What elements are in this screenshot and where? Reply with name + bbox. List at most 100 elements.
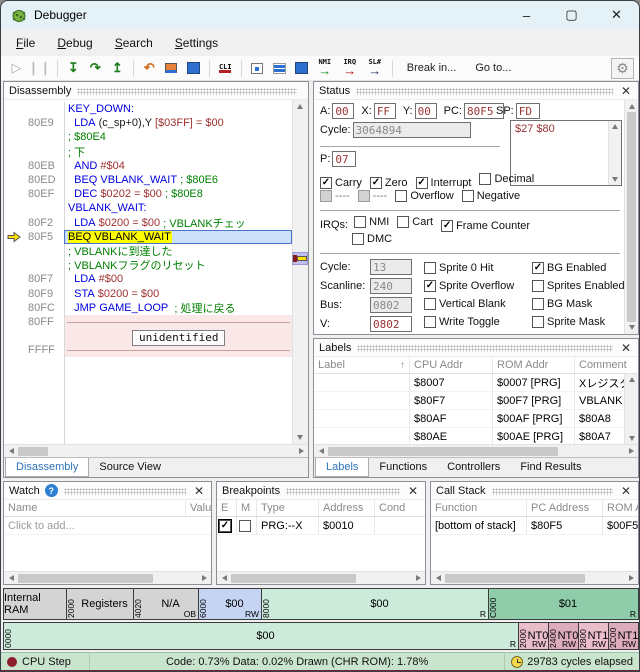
scroll-thumb[interactable]	[445, 573, 585, 583]
labels-column-cpu-addr[interactable]: CPU Addr	[410, 357, 493, 373]
run-one-ppu-cycle-button[interactable]	[247, 58, 268, 78]
flag-blank[interactable]: ----	[320, 190, 350, 202]
disasm-instruction[interactable]: VBLANK_WAIT:	[64, 201, 292, 216]
disasm-line[interactable]	[4, 385, 292, 400]
pause-button[interactable]: ❘❘	[28, 58, 52, 78]
call-stack-column-pc-address[interactable]: PC Address	[527, 500, 603, 516]
menu-item-file[interactable]: File	[5, 31, 46, 55]
scroll-thumb[interactable]	[328, 446, 558, 456]
labels-vertical-scrollbar[interactable]	[624, 374, 638, 444]
continue-button[interactable]: ▷	[6, 58, 27, 78]
flag-frame-counter[interactable]: Frame Counter	[441, 220, 530, 232]
breakpoints-column-type[interactable]: Type	[257, 500, 319, 516]
disasm-instruction[interactable]: BEQ VBLANK_WAIT ; $80E6	[64, 172, 292, 188]
checkbox-sprite-mask[interactable]	[532, 316, 544, 328]
field-value[interactable]: 0802	[370, 316, 412, 332]
step-back-frame-button[interactable]	[183, 58, 204, 78]
watch-horizontal-scrollbar[interactable]	[4, 571, 211, 584]
checkbox-interrupt[interactable]	[415, 177, 428, 189]
watch-placeholder[interactable]: Click to add...	[4, 517, 186, 534]
scroll-right-arrow[interactable]	[411, 572, 425, 585]
checkbox-write-toggle[interactable]	[424, 316, 436, 328]
step-back-button[interactable]: ↶	[139, 58, 160, 78]
disasm-line[interactable]: 80EF DEC $0202 = $00 ; $80E8	[4, 187, 292, 202]
flag-sprite-overflow[interactable]: Sprite Overflow	[424, 277, 529, 295]
call-stack-column-rom-address[interactable]: ROM Address	[603, 500, 638, 516]
menu-item-debug[interactable]: Debug	[46, 31, 103, 55]
menu-item-settings[interactable]: Settings	[164, 31, 229, 55]
sp-value[interactable]: FD	[515, 103, 540, 119]
call-stack-panel-header[interactable]: Call Stack ✕	[431, 482, 638, 500]
disasm-instruction[interactable]: DEC $0202 = $00 ; $80E8	[64, 187, 292, 202]
checkbox-decimal[interactable]	[479, 173, 492, 185]
labels-table-row[interactable]: $80AE $00AE [PRG] $80A7	[314, 428, 638, 444]
breakpoint-marked-checkbox[interactable]	[239, 519, 251, 532]
memory-segment-4020[interactable]: 4020 N/A OB	[133, 589, 198, 619]
stack-scrollbar[interactable]	[608, 121, 621, 185]
disasm-instruction[interactable]: AND #$04	[64, 158, 292, 173]
disasm-instruction[interactable]: LDA (c_sp+0),Y [$03FF] = $00	[64, 116, 292, 131]
scroll-thumb[interactable]	[231, 573, 356, 583]
checkbox-sprites-enabled[interactable]	[532, 280, 544, 292]
disasm-instruction[interactable]: ; VBLANKフラグのリセット	[64, 258, 292, 273]
labels-horizontal-scrollbar[interactable]	[314, 444, 638, 457]
breakpoints-column-e[interactable]: E	[217, 500, 237, 516]
scroll-thumb[interactable]	[627, 112, 636, 322]
flag-blank[interactable]: ----	[357, 190, 387, 202]
checkbox-sprite-0-hit[interactable]	[424, 262, 436, 274]
scroll-right-arrow[interactable]	[197, 572, 211, 585]
scroll-left-arrow[interactable]	[431, 572, 445, 585]
disasm-instruction[interactable]	[64, 357, 292, 372]
checkbox-negative[interactable]	[461, 190, 474, 202]
call-stack-horizontal-scrollbar[interactable]	[431, 571, 638, 584]
disasm-instruction[interactable]	[64, 385, 292, 400]
disasm-instruction[interactable]	[64, 314, 292, 329]
tab-controllers[interactable]: Controllers	[437, 458, 510, 477]
breakpoints-horizontal-scrollbar[interactable]	[217, 571, 425, 584]
flag-dmc[interactable]: DMC	[352, 233, 392, 245]
watch-add-row[interactable]: Click to add...	[4, 517, 211, 535]
disasm-line[interactable]: 80F5 BEQ VBLANK_WAIT	[4, 229, 292, 244]
breakpoints-panel-header[interactable]: Breakpoints ✕	[217, 482, 425, 500]
labels-table-row[interactable]: $80F7 $00F7 [PRG] VBLANK	[314, 392, 638, 410]
register-value[interactable]: 00	[414, 103, 437, 119]
disassembly-panel-header[interactable]: Disassembly	[4, 82, 308, 100]
labels-column-label[interactable]: Label ↑	[314, 357, 410, 373]
disasm-line[interactable]: 80F2 LDA $0200 = $00 ; VBLANKチェッ	[4, 215, 292, 230]
disasm-instruction[interactable]: LDA $0200 = $00 ; VBLANKチェッ	[64, 215, 292, 230]
tab-functions[interactable]: Functions	[369, 458, 437, 477]
disasm-line[interactable]: 80F7 LDA #$00	[4, 272, 292, 287]
tab-disassembly[interactable]: Disassembly	[5, 458, 90, 477]
disasm-line[interactable]: VBLANK_WAIT:	[4, 201, 292, 216]
flag-negative[interactable]: Negative	[461, 190, 520, 202]
checkbox-frame-counter[interactable]	[441, 220, 454, 232]
memory-segment-0000[interactable]: 0000 $00 R	[4, 623, 518, 649]
checkbox-bg-enabled[interactable]	[532, 262, 544, 274]
breakpoint-row[interactable]: PRG:--X$0010	[217, 517, 425, 535]
scroll-left-arrow[interactable]	[4, 572, 18, 585]
memory-segment-2000[interactable]: 2000 NT0 RW	[518, 623, 548, 649]
scroll-left-arrow[interactable]	[314, 445, 328, 458]
disasm-line[interactable]: ; 下	[4, 144, 292, 159]
break-in-button[interactable]: Break in...	[398, 62, 466, 74]
status-vertical-scrollbar[interactable]	[624, 100, 638, 334]
status-panel-header[interactable]: Status ✕	[314, 82, 638, 100]
run-to-scanline-button[interactable]: SL# →	[363, 57, 387, 78]
disasm-line[interactable]: KEY_DOWN:	[4, 102, 292, 117]
checkbox-bg-mask[interactable]	[532, 298, 544, 310]
step-over-button[interactable]: ↷	[85, 58, 106, 78]
memory-segment-2800[interactable]: 2800 NT1 RW	[578, 623, 608, 649]
watch-column-name[interactable]: Name	[4, 500, 186, 516]
memory-segment-6000[interactable]: 6000 $00 RW	[198, 589, 261, 619]
breakpoint-enabled-checkbox[interactable]	[218, 518, 232, 533]
breakpoints-column-address[interactable]: Address	[319, 500, 375, 516]
disasm-instruction[interactable]	[64, 371, 292, 386]
register-value[interactable]: 00	[332, 103, 355, 119]
disasm-line[interactable]: ; VBLANKに到達した	[4, 243, 292, 259]
menu-item-search[interactable]: Search	[104, 31, 164, 55]
disasm-instruction[interactable]: ; $80E4	[64, 130, 292, 145]
tab-find-results[interactable]: Find Results	[510, 458, 591, 477]
disasm-instruction[interactable]: BEQ VBLANK_WAIT	[64, 229, 292, 244]
disasm-line[interactable]: 80FC JMP GAME_LOOP ; 処理に戻る	[4, 300, 292, 315]
disasm-instruction[interactable]: ; VBLANKに到達した	[64, 243, 292, 259]
